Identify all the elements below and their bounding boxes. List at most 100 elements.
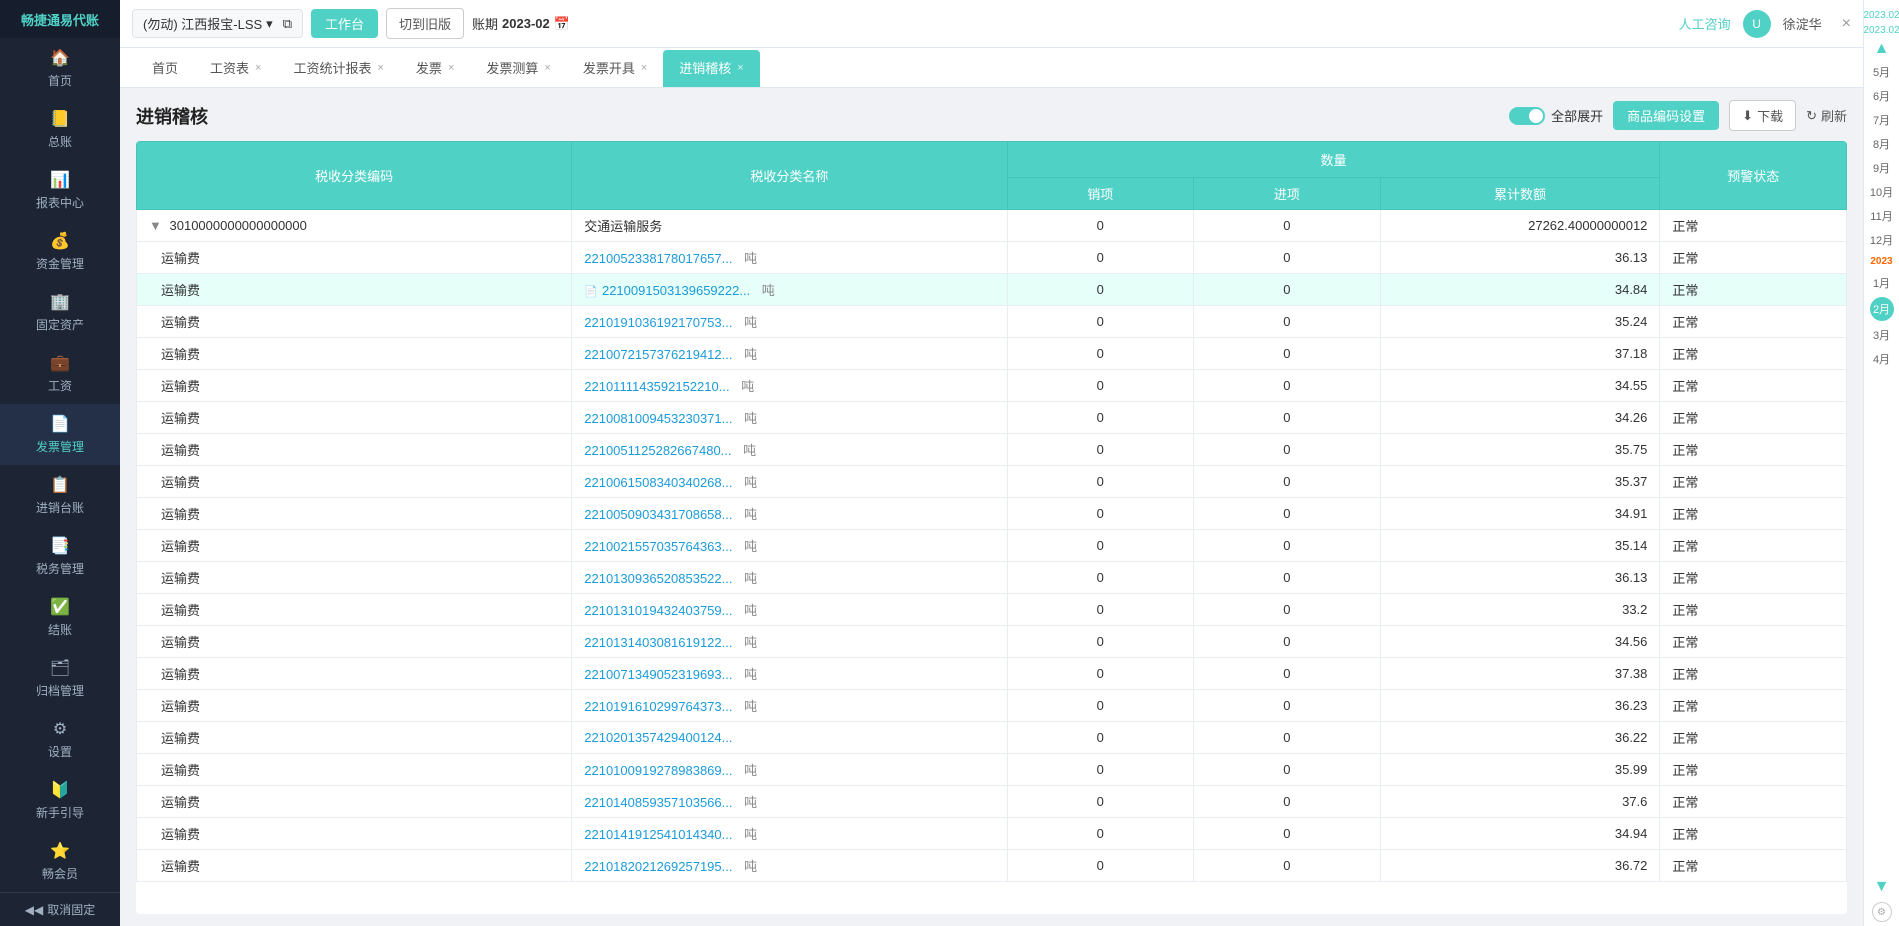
table-row-purchase: 0 <box>1194 498 1381 530</box>
table-row-name: 运输费 <box>137 786 572 818</box>
product-code-settings-button[interactable]: 商品编码设置 <box>1613 101 1719 130</box>
tab-close-payroll-stats[interactable]: × <box>377 62 383 74</box>
table-row-status: 正常 <box>1660 210 1847 242</box>
table-row-invoice: 2210061508340340268... 吨 <box>572 466 1007 498</box>
month-10[interactable]: 10月 <box>1864 180 1899 204</box>
sidebar-item-guide[interactable]: 🔰 新手引导 <box>0 770 120 831</box>
sales-ledger-icon: 📋 <box>50 475 70 495</box>
table-row-code: ▼ 3010000000000000000 <box>137 210 572 242</box>
right-panel: 2023.02 2023.02 ▲ 5月 6月 7月 8月 9月 10月 11月… <box>1863 0 1899 926</box>
table-row-name: 运输费 <box>137 306 572 338</box>
tab-close-payroll[interactable]: × <box>255 62 261 74</box>
month-9[interactable]: 9月 <box>1864 156 1899 180</box>
sidebar-item-settings[interactable]: ⚙ 设置 <box>0 709 120 770</box>
table-row-invoice: 2210130936520853522... 吨 <box>572 562 1007 594</box>
tab-home[interactable]: 首页 <box>136 50 194 87</box>
main-area: (勿动) 江西报宝-LSS ▾ ⧉ 工作台 切到旧版 账期 2023-02 📅 … <box>120 0 1863 926</box>
month-11[interactable]: 11月 <box>1864 204 1899 228</box>
copy-icon[interactable]: ⧉ <box>283 16 292 32</box>
reports-icon: 📊 <box>50 170 70 190</box>
table-row-invoice: 📄2210091503139659222... 吨 <box>572 274 1007 306</box>
table-row-sales: 0 <box>1007 754 1194 786</box>
sidebar-item-member[interactable]: ⭐ 畅会员 <box>0 831 120 892</box>
table-row-status: 正常 <box>1660 658 1847 690</box>
sidebar-item-close-books[interactable]: ✅ 结账 <box>0 587 120 648</box>
month-7[interactable]: 7月 <box>1864 108 1899 132</box>
table-row-purchase: 0 <box>1194 530 1381 562</box>
tab-sales-audit[interactable]: 进销稽核 × <box>663 50 759 87</box>
download-button[interactable]: ⬇ 下载 <box>1729 100 1796 131</box>
table-row-purchase: 0 <box>1194 818 1381 850</box>
window-close-button[interactable]: × <box>1842 15 1851 33</box>
month-6[interactable]: 6月 <box>1864 84 1899 108</box>
workspace-button[interactable]: 工作台 <box>311 9 378 38</box>
expand-icon[interactable]: ▼ <box>149 218 162 233</box>
table-row-name: 运输费 <box>137 722 572 754</box>
expand-all-toggle[interactable]: 全部展开 <box>1509 106 1603 125</box>
month-3[interactable]: 3月 <box>1864 323 1899 347</box>
table-row-status: 正常 <box>1660 850 1847 882</box>
tab-payroll-stats[interactable]: 工资统计报表 × <box>277 50 399 87</box>
table-row-name: 运输费 <box>137 402 572 434</box>
table-row-name: 运输费 <box>137 562 572 594</box>
right-panel-year-top2: 2023.02 <box>1863 23 1899 38</box>
sidebar-item-ledger[interactable]: 📒 总账 <box>0 99 120 160</box>
sidebar-item-funds[interactable]: 💰 资金管理 <box>0 221 120 282</box>
period-label: 账期 2023-02 📅 <box>472 14 570 33</box>
month-5[interactable]: 5月 <box>1864 60 1899 84</box>
tab-close-invoice-calc[interactable]: × <box>544 62 550 74</box>
sidebar-item-invoice[interactable]: 📄 发票管理 <box>0 404 120 465</box>
sidebar-item-reports[interactable]: 📊 报表中心 <box>0 160 120 221</box>
month-12[interactable]: 12月 <box>1864 228 1899 252</box>
tab-payroll[interactable]: 工资表 × <box>194 50 277 87</box>
table-row-sales: 0 <box>1007 434 1194 466</box>
tab-invoice[interactable]: 发票 × <box>400 50 470 87</box>
tab-invoice-open[interactable]: 发票开具 × <box>567 50 663 87</box>
table-row-sales: 0 <box>1007 242 1194 274</box>
table-row-sales: 0 <box>1007 274 1194 306</box>
support-label[interactable]: 人工咨询 <box>1679 14 1731 33</box>
tab-close-sales-audit[interactable]: × <box>737 62 743 74</box>
month-1[interactable]: 1月 <box>1864 271 1899 295</box>
table-row-invoice: 2210050903431708658... 吨 <box>572 498 1007 530</box>
table-row-name: 运输费 <box>137 690 572 722</box>
company-selector[interactable]: (勿动) 江西报宝-LSS ▾ ⧉ <box>132 9 303 38</box>
table-row-invoice: 2210081009453230371... 吨 <box>572 402 1007 434</box>
table-row-status: 正常 <box>1660 626 1847 658</box>
month-4[interactable]: 4月 <box>1864 347 1899 371</box>
sidebar-item-archive[interactable]: 🗂 归档管理 <box>0 648 120 709</box>
col-quantity-group-header: 数量 <box>1007 142 1660 178</box>
tab-invoice-calc[interactable]: 发票测算 × <box>470 50 566 87</box>
table-row-sales: 0 <box>1007 658 1194 690</box>
table-row-sales: 0 <box>1007 338 1194 370</box>
sidebar-item-sales-ledger[interactable]: 📋 进销台账 <box>0 465 120 526</box>
table-row-cumulative: 35.99 <box>1380 754 1660 786</box>
table-row-invoice: 2210191610299764373... 吨 <box>572 690 1007 722</box>
sidebar-item-home[interactable]: 🏠 首页 <box>0 38 120 99</box>
month-2-current[interactable]: 2月 <box>1870 297 1894 321</box>
sidebar-item-assets[interactable]: 🏢 固定资产 <box>0 282 120 343</box>
table-row-name: 交通运输服务 <box>572 210 1007 242</box>
table-row-purchase: 0 <box>1194 306 1381 338</box>
unpin-button[interactable]: ◀◀ 取消固定 <box>0 892 120 926</box>
table-row-cumulative: 36.22 <box>1380 722 1660 754</box>
month-8[interactable]: 8月 <box>1864 132 1899 156</box>
table-row-name: 运输费 <box>137 626 572 658</box>
refresh-button[interactable]: ↻ 刷新 <box>1806 106 1847 125</box>
scroll-down-arrow[interactable]: ▼ <box>1872 876 1892 898</box>
switch-version-button[interactable]: 切到旧版 <box>386 8 464 39</box>
toggle-switch[interactable] <box>1509 107 1545 125</box>
tab-close-invoice[interactable]: × <box>448 62 454 74</box>
calendar-icon[interactable]: 📅 <box>554 16 570 32</box>
table-row-name: 运输费 <box>137 658 572 690</box>
sidebar-item-tax[interactable]: 📑 税务管理 <box>0 526 120 587</box>
sidebar-item-payroll[interactable]: 💼 工资 <box>0 343 120 404</box>
settings-circle-icon[interactable]: ⚙ <box>1872 902 1892 922</box>
table-row-cumulative: 35.24 <box>1380 306 1660 338</box>
table-row-status: 正常 <box>1660 242 1847 274</box>
scroll-up-arrow[interactable]: ▲ <box>1872 38 1892 60</box>
archive-icon: 🗂 <box>50 658 70 678</box>
tab-close-invoice-open[interactable]: × <box>641 62 647 74</box>
year-2023[interactable]: 2023 <box>1864 252 1899 271</box>
header-actions: 全部展开 商品编码设置 ⬇ 下载 ↻ 刷新 <box>1509 100 1847 131</box>
